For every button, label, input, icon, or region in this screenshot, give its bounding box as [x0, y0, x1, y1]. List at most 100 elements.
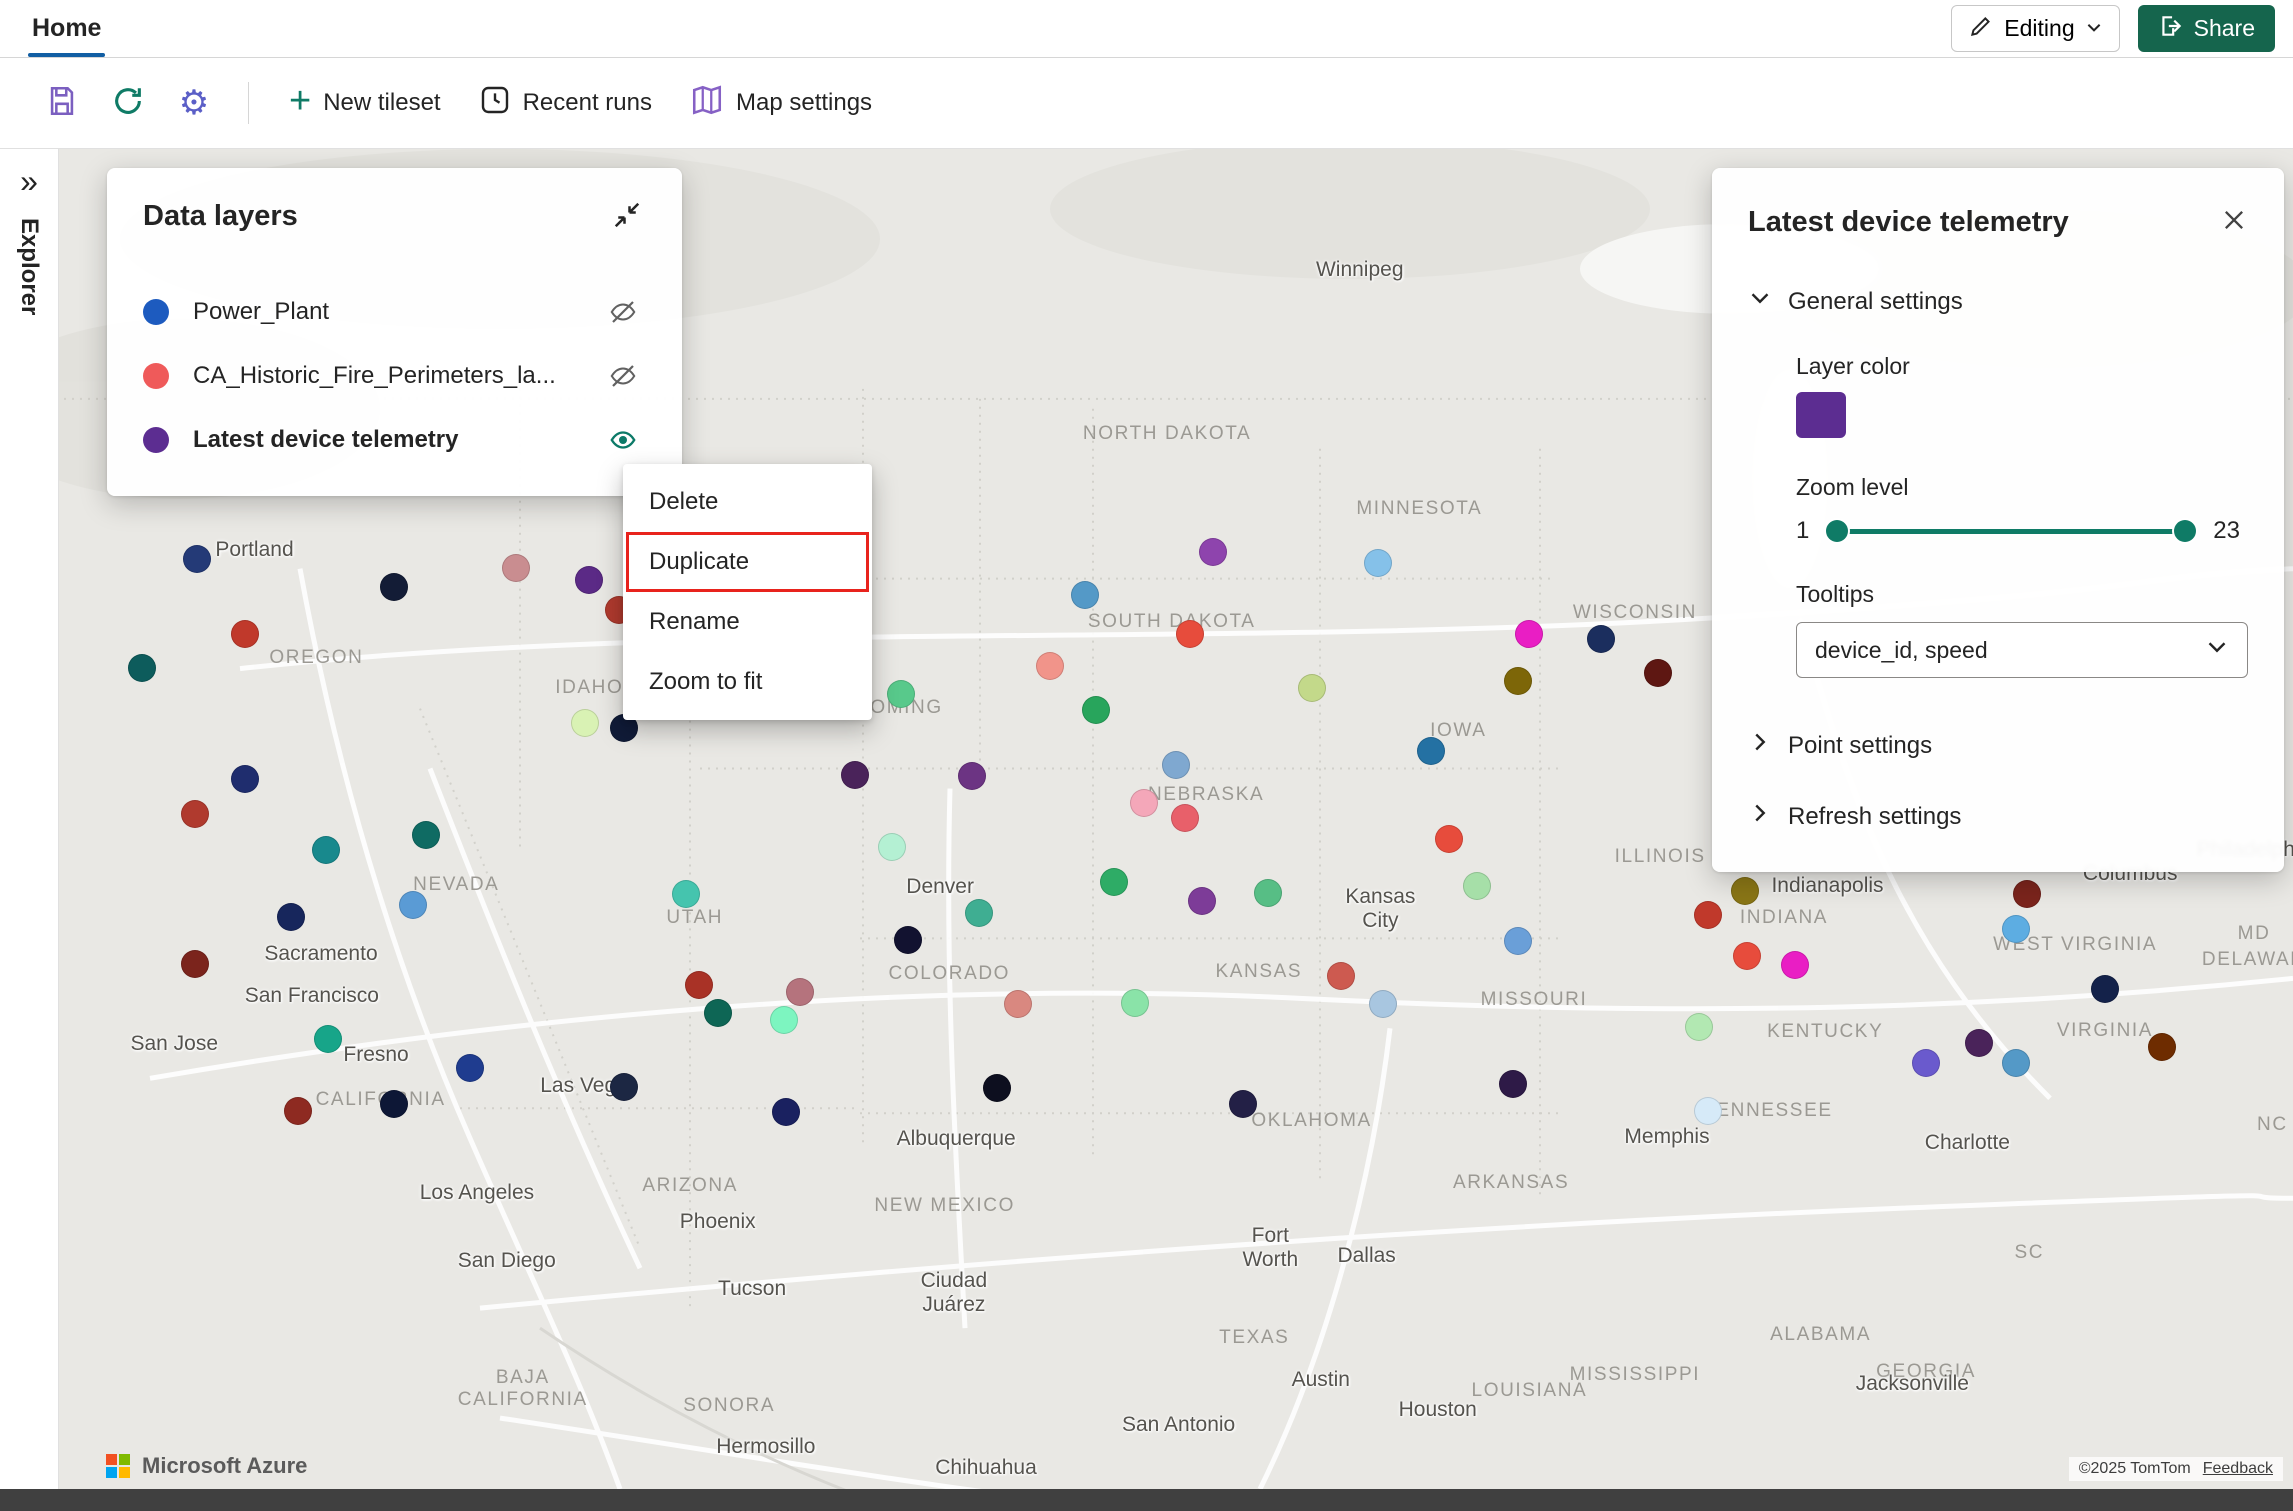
telemetry-point[interactable] — [1417, 737, 1445, 765]
settings-button[interactable]: ⚙ — [166, 75, 222, 131]
telemetry-point[interactable] — [1463, 872, 1491, 900]
visibility-on-icon[interactable] — [608, 425, 638, 455]
telemetry-point[interactable] — [887, 680, 915, 708]
telemetry-point[interactable] — [1587, 625, 1615, 653]
telemetry-point[interactable] — [610, 1073, 638, 1101]
telemetry-point[interactable] — [1733, 942, 1761, 970]
telemetry-point[interactable] — [685, 971, 713, 999]
layer-row[interactable]: Power_Plant — [143, 280, 646, 344]
telemetry-point[interactable] — [1082, 696, 1110, 724]
slider-handle-max[interactable] — [2174, 520, 2196, 542]
telemetry-point[interactable] — [1162, 751, 1190, 779]
map-settings-button[interactable]: Map settings — [676, 75, 886, 132]
layer-color-swatch[interactable] — [1796, 392, 1846, 438]
telemetry-point[interactable] — [231, 765, 259, 793]
telemetry-point[interactable] — [314, 1025, 342, 1053]
refresh-settings-section[interactable]: Refresh settings — [1748, 801, 2248, 832]
telemetry-point[interactable] — [502, 554, 530, 582]
telemetry-point[interactable] — [181, 800, 209, 828]
telemetry-point[interactable] — [1731, 877, 1759, 905]
save-button[interactable] — [34, 75, 90, 131]
telemetry-point[interactable] — [2091, 975, 2119, 1003]
telemetry-point[interactable] — [1369, 990, 1397, 1018]
telemetry-point[interactable] — [1504, 667, 1532, 695]
layer-row[interactable]: Latest device telemetry — [143, 408, 646, 472]
visibility-off-icon[interactable] — [608, 361, 638, 391]
telemetry-point[interactable] — [1781, 951, 1809, 979]
telemetry-point[interactable] — [1694, 901, 1722, 929]
telemetry-point[interactable] — [2002, 1049, 2030, 1077]
telemetry-point[interactable] — [1435, 825, 1463, 853]
feedback-link[interactable]: Feedback — [2203, 1460, 2273, 1478]
expand-sidebar-icon[interactable]: » — [20, 163, 38, 200]
close-icon[interactable] — [2220, 206, 2248, 239]
telemetry-point[interactable] — [1130, 789, 1158, 817]
telemetry-point[interactable] — [1188, 887, 1216, 915]
telemetry-point[interactable] — [128, 654, 156, 682]
visibility-off-icon[interactable] — [608, 297, 638, 327]
telemetry-point[interactable] — [841, 761, 869, 789]
telemetry-point[interactable] — [2148, 1033, 2176, 1061]
telemetry-point[interactable] — [181, 950, 209, 978]
menu-item-rename[interactable]: Rename — [623, 592, 872, 652]
telemetry-point[interactable] — [231, 620, 259, 648]
telemetry-point[interactable] — [786, 978, 814, 1006]
telemetry-point[interactable] — [1515, 620, 1543, 648]
telemetry-point[interactable] — [878, 833, 906, 861]
telemetry-point[interactable] — [965, 899, 993, 927]
menu-item-delete[interactable]: Delete — [623, 472, 872, 532]
share-button[interactable]: Share — [2138, 5, 2275, 52]
tab-home[interactable]: Home — [18, 0, 115, 57]
telemetry-point[interactable] — [1694, 1097, 1722, 1125]
menu-item-zoom-to-fit[interactable]: Zoom to fit — [623, 652, 872, 712]
telemetry-point[interactable] — [277, 903, 305, 931]
telemetry-point[interactable] — [380, 573, 408, 601]
telemetry-point[interactable] — [284, 1097, 312, 1125]
telemetry-point[interactable] — [1171, 804, 1199, 832]
telemetry-point[interactable] — [312, 836, 340, 864]
telemetry-point[interactable] — [399, 891, 427, 919]
layer-row[interactable]: CA_Historic_Fire_Perimeters_la... — [143, 344, 646, 408]
telemetry-point[interactable] — [1176, 620, 1204, 648]
telemetry-point[interactable] — [1644, 659, 1672, 687]
telemetry-point[interactable] — [1004, 990, 1032, 1018]
menu-item-duplicate[interactable]: Duplicate — [626, 532, 869, 592]
telemetry-point[interactable] — [704, 999, 732, 1027]
telemetry-point[interactable] — [958, 762, 986, 790]
telemetry-point[interactable] — [1036, 652, 1064, 680]
collapse-panel-icon[interactable] — [612, 200, 642, 235]
new-tileset-button[interactable]: + New tileset — [275, 78, 455, 128]
telemetry-point[interactable] — [1364, 549, 1392, 577]
telemetry-point[interactable] — [183, 545, 211, 573]
telemetry-point[interactable] — [456, 1054, 484, 1082]
recent-runs-button[interactable]: Recent runs — [465, 76, 666, 131]
general-settings-section[interactable]: General settings — [1748, 286, 2248, 317]
telemetry-point[interactable] — [380, 1090, 408, 1118]
telemetry-point[interactable] — [412, 821, 440, 849]
telemetry-point[interactable] — [1298, 674, 1326, 702]
telemetry-point[interactable] — [1499, 1070, 1527, 1098]
telemetry-point[interactable] — [1100, 868, 1128, 896]
editing-mode-button[interactable]: Editing — [1951, 5, 2119, 52]
zoom-range-slider[interactable] — [1837, 529, 2185, 534]
telemetry-point[interactable] — [575, 566, 603, 594]
telemetry-point[interactable] — [571, 709, 599, 737]
map-canvas[interactable]: NORTH DAKOTAMINNESOTASOUTH DAKOTAWISCONS… — [0, 149, 2293, 1489]
telemetry-point[interactable] — [1965, 1029, 1993, 1057]
telemetry-point[interactable] — [1685, 1013, 1713, 1041]
tooltips-dropdown[interactable]: device_id, speed — [1796, 622, 2248, 678]
telemetry-point[interactable] — [1199, 538, 1227, 566]
refresh-button[interactable] — [100, 75, 156, 131]
telemetry-point[interactable] — [2002, 915, 2030, 943]
slider-handle-min[interactable] — [1826, 520, 1848, 542]
telemetry-point[interactable] — [770, 1006, 798, 1034]
telemetry-point[interactable] — [1327, 962, 1355, 990]
point-settings-section[interactable]: Point settings — [1748, 730, 2248, 761]
telemetry-point[interactable] — [1121, 989, 1149, 1017]
telemetry-point[interactable] — [1229, 1090, 1257, 1118]
telemetry-point[interactable] — [894, 926, 922, 954]
telemetry-point[interactable] — [1504, 927, 1532, 955]
telemetry-point[interactable] — [983, 1074, 1011, 1102]
telemetry-point[interactable] — [1912, 1049, 1940, 1077]
telemetry-point[interactable] — [1254, 879, 1282, 907]
